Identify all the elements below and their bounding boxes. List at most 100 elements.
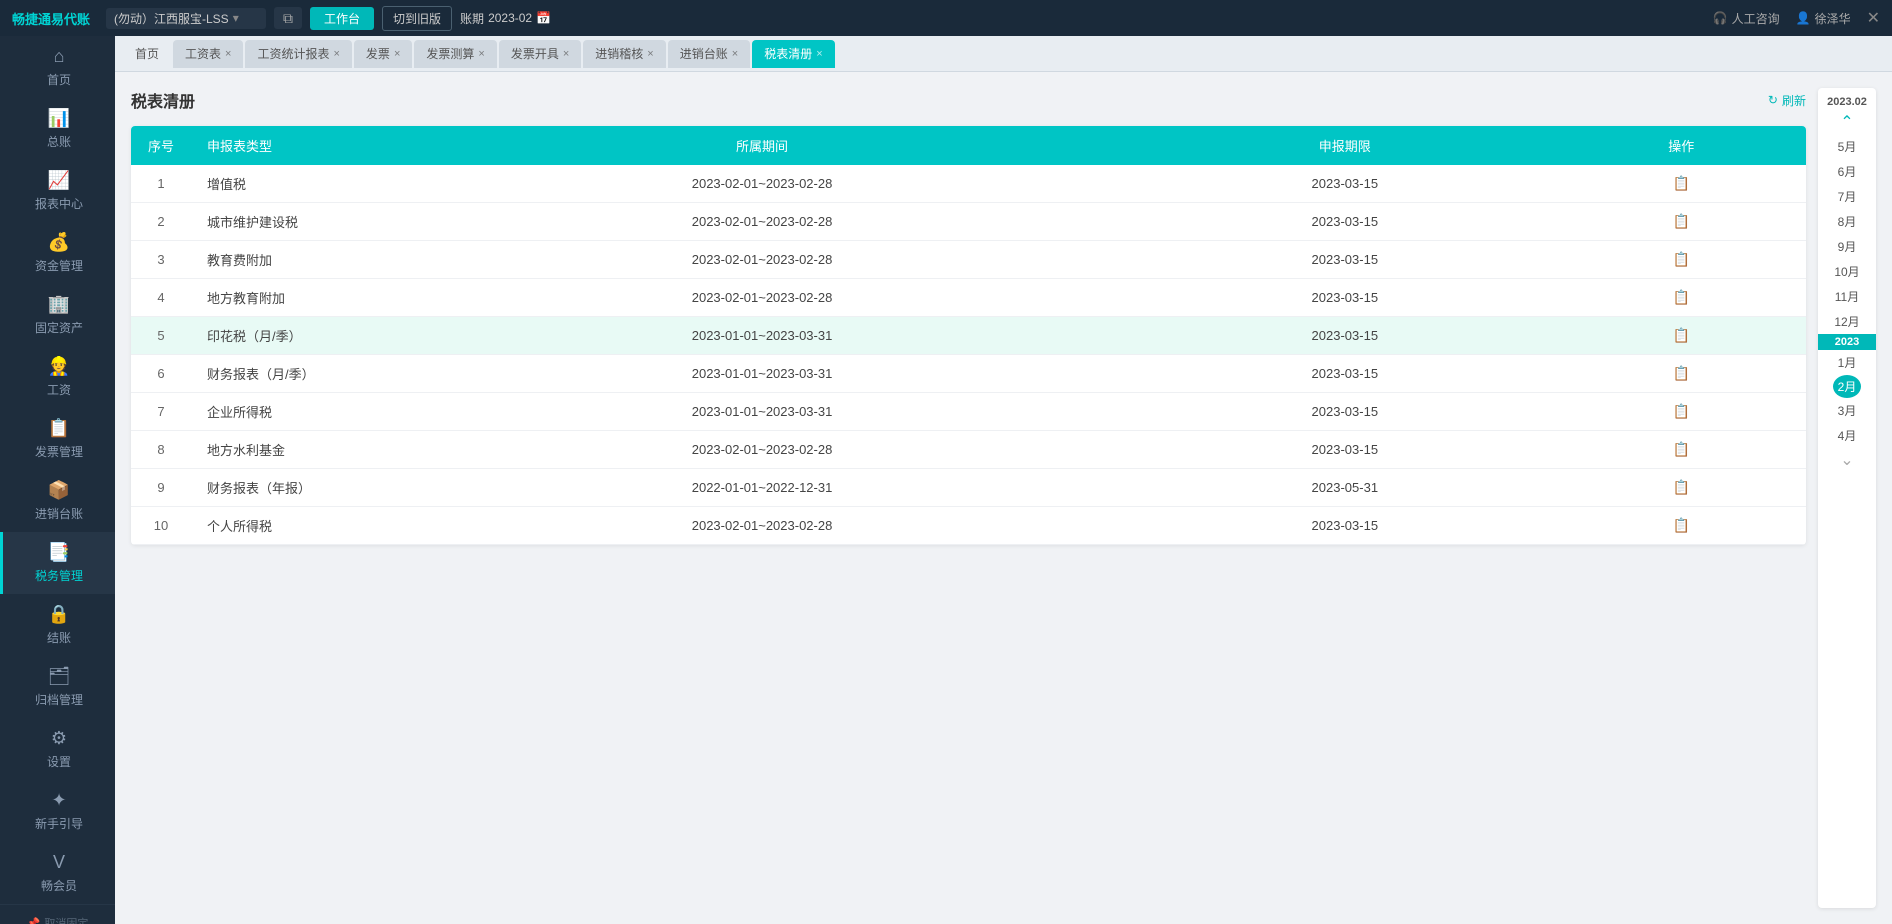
user-profile[interactable]: 👤 徐泽华 (1796, 10, 1851, 27)
page-content: 税表清册 ↻ 刷新 序号 申报表类型 所属期间 申报期限 操作 (115, 72, 1892, 924)
sidebar-item-closing[interactable]: 🔒 结账 (0, 594, 115, 656)
date-month-2[interactable]: 2月 (1833, 375, 1861, 398)
date-month-11[interactable]: 11月 (1818, 284, 1876, 309)
sidebar-item-archive[interactable]: 🗂 归档管理 (0, 656, 115, 718)
action-icon[interactable]: 📋 (1673, 251, 1690, 267)
chart-icon: 📊 (48, 108, 70, 129)
cell-action[interactable]: 📋 (1557, 317, 1806, 355)
tab-bar: 首页 工资表 × 工资统计报表 × 发票 × 发票测算 × 发票开具 × (115, 36, 1892, 72)
date-month-5[interactable]: 5月 (1818, 134, 1876, 159)
table-row: 3 教育费附加 2023-02-01~2023-02-28 2023-03-15… (131, 241, 1806, 279)
cell-type: 企业所得税 (191, 393, 391, 431)
calendar-icon[interactable]: 📅 (536, 11, 551, 25)
funds-icon: 💰 (48, 232, 70, 253)
tab-invoice-calc[interactable]: 发票测算 × (414, 40, 496, 68)
tab-invoice-open[interactable]: 发票开具 × (499, 40, 581, 68)
tab-close-icon[interactable]: × (647, 48, 653, 60)
cell-action[interactable]: 📋 (1557, 431, 1806, 469)
col-no: 序号 (131, 126, 191, 165)
sidebar-item-assets[interactable]: 🏢 固定资产 (0, 284, 115, 346)
tab-close-icon[interactable]: × (394, 48, 400, 60)
sidebar-item-settings[interactable]: ⚙ 设置 (0, 718, 115, 780)
date-month-10[interactable]: 10月 (1818, 259, 1876, 284)
date-year-2023[interactable]: 2023 (1818, 334, 1876, 350)
date-month-4[interactable]: 4月 (1818, 423, 1876, 448)
refresh-icon: ↻ (1768, 93, 1778, 107)
tab-sales-check[interactable]: 进销稽核 × (583, 40, 665, 68)
sidebar-item-general[interactable]: 📊 总账 (0, 98, 115, 160)
unpin-button[interactable]: 📌 取消固定 (0, 904, 115, 924)
company-selector[interactable]: (勿动）江西服宝-LSS ▾ (106, 8, 266, 29)
top-bar-right: 🎧 人工咨询 👤 徐泽华 ✕ (1713, 8, 1880, 28)
tab-salary-table[interactable]: 工资表 × (173, 40, 243, 68)
action-icon[interactable]: 📋 (1673, 289, 1690, 305)
sidebar-item-tax[interactable]: 📑 税务管理 (0, 532, 115, 594)
action-icon[interactable]: 📋 (1673, 175, 1690, 191)
table-row: 8 地方水利基金 2023-02-01~2023-02-28 2023-03-1… (131, 431, 1806, 469)
tab-sales-ledger[interactable]: 进销台账 × (668, 40, 750, 68)
close-icon[interactable]: ✕ (1867, 8, 1880, 28)
date-month-12[interactable]: 12月 (1818, 309, 1876, 334)
tab-invoice[interactable]: 发票 × (354, 40, 412, 68)
tab-home[interactable]: 首页 (123, 40, 171, 68)
switch-old-button[interactable]: 切到旧版 (382, 6, 452, 31)
tab-close-icon[interactable]: × (732, 48, 738, 60)
sidebar-item-purchase[interactable]: 📦 进销台账 (0, 470, 115, 532)
cell-type: 个人所得税 (191, 507, 391, 545)
tab-salary-stats[interactable]: 工资统计报表 × (245, 40, 351, 68)
date-month-3[interactable]: 3月 (1818, 398, 1876, 423)
sidebar-item-funds[interactable]: 💰 资金管理 (0, 222, 115, 284)
sidebar-label: 总账 (47, 133, 71, 150)
cell-action[interactable]: 📋 (1557, 241, 1806, 279)
sidebar-item-salary[interactable]: 👷 工资 (0, 346, 115, 408)
assistant-link[interactable]: 🎧 人工咨询 (1713, 10, 1780, 27)
action-icon[interactable]: 📋 (1673, 327, 1690, 343)
nav-up-icon[interactable]: ⌃ (1840, 112, 1853, 132)
date-month-6[interactable]: 6月 (1818, 159, 1876, 184)
cell-type: 城市维护建设税 (191, 203, 391, 241)
nav-down-icon[interactable]: ⌄ (1840, 450, 1853, 470)
cell-type: 印花税（月/季） (191, 317, 391, 355)
cell-no: 5 (131, 317, 191, 355)
cell-action[interactable]: 📋 (1557, 393, 1806, 431)
action-icon[interactable]: 📋 (1673, 441, 1690, 457)
action-icon[interactable]: 📋 (1673, 479, 1690, 495)
cell-action[interactable]: 📋 (1557, 507, 1806, 545)
sidebar-item-guide[interactable]: ✦ 新手引导 (0, 780, 115, 842)
cell-action[interactable]: 📋 (1557, 203, 1806, 241)
copy-button[interactable]: ⧉ (274, 7, 302, 29)
refresh-button[interactable]: ↻ 刷新 (1768, 92, 1806, 109)
cell-deadline: 2023-03-15 (1133, 241, 1556, 279)
date-month-8[interactable]: 8月 (1818, 209, 1876, 234)
cell-no: 4 (131, 279, 191, 317)
tab-close-icon[interactable]: × (816, 48, 822, 60)
tab-tax-list[interactable]: 税表清册 × (752, 40, 834, 68)
cell-action[interactable]: 📋 (1557, 469, 1806, 507)
sidebar-label: 发票管理 (35, 443, 83, 460)
tab-close-icon[interactable]: × (333, 48, 339, 60)
sidebar-label: 结账 (47, 629, 71, 646)
date-month-7[interactable]: 7月 (1818, 184, 1876, 209)
action-icon[interactable]: 📋 (1673, 213, 1690, 229)
action-icon[interactable]: 📋 (1673, 365, 1690, 381)
sidebar-item-reports[interactable]: 📈 报表中心 (0, 160, 115, 222)
action-icon[interactable]: 📋 (1673, 517, 1690, 533)
date-month-9[interactable]: 9月 (1818, 234, 1876, 259)
date-month-1[interactable]: 1月 (1818, 350, 1876, 375)
sidebar-item-invoice[interactable]: 📋 发票管理 (0, 408, 115, 470)
tab-close-icon[interactable]: × (563, 48, 569, 60)
reports-icon: 📈 (48, 170, 70, 191)
workbench-button[interactable]: 工作台 (310, 7, 374, 30)
action-icon[interactable]: 📋 (1673, 403, 1690, 419)
cell-action[interactable]: 📋 (1557, 355, 1806, 393)
tab-close-icon[interactable]: × (225, 48, 231, 60)
sidebar-item-home[interactable]: ⌂ 首页 (0, 36, 115, 98)
cell-action[interactable]: 📋 (1557, 279, 1806, 317)
content-area: 首页 工资表 × 工资统计报表 × 发票 × 发票测算 × 发票开具 × (115, 36, 1892, 924)
cell-type: 财务报表（年报） (191, 469, 391, 507)
cell-type: 地方教育附加 (191, 279, 391, 317)
sidebar-item-member[interactable]: V 畅会员 (0, 842, 115, 904)
cell-action[interactable]: 📋 (1557, 165, 1806, 203)
top-bar: 畅捷通易代账 (勿动）江西服宝-LSS ▾ ⧉ 工作台 切到旧版 账期 2023… (0, 0, 1892, 36)
tab-close-icon[interactable]: × (478, 48, 484, 60)
